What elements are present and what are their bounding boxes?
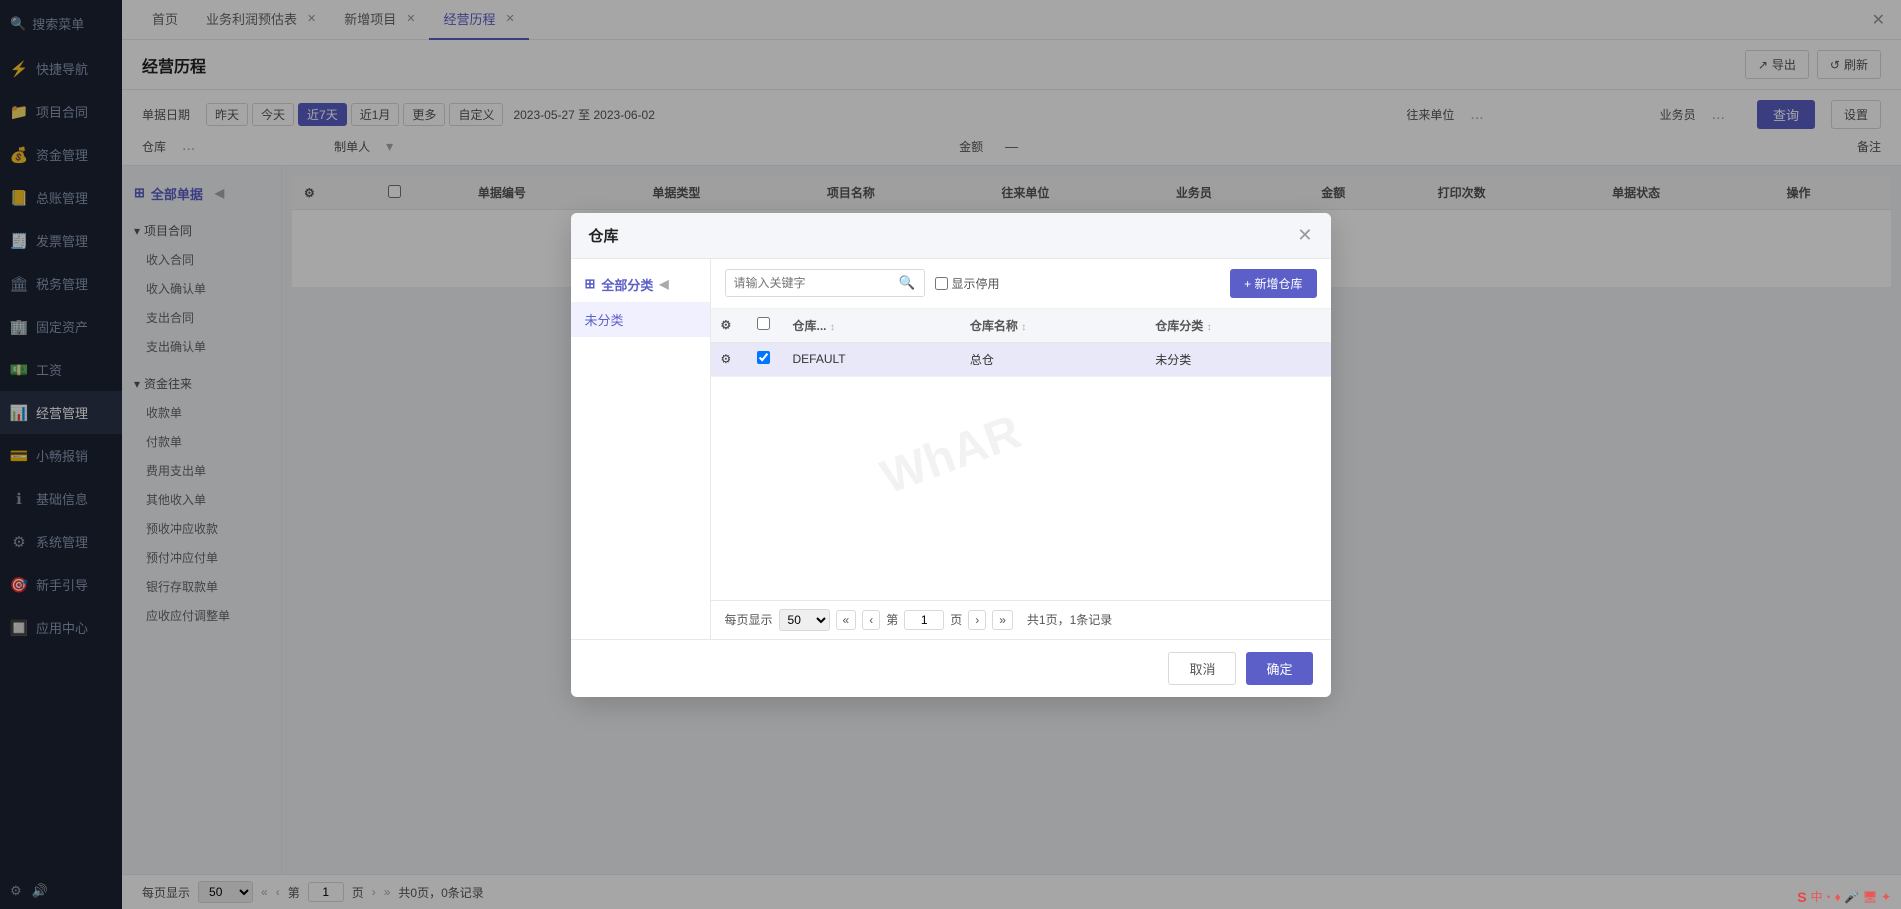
row-check (747, 342, 783, 376)
modal-first-page-btn[interactable]: « (836, 610, 857, 630)
modal-title: 仓库 (589, 225, 619, 246)
modal-prev-page-btn[interactable]: ‹ (862, 610, 880, 630)
show-disabled-checkbox[interactable] (935, 277, 948, 290)
modal-all-categories[interactable]: ⊞ 全部分类 ◀ (571, 267, 710, 302)
warehouse-row-1[interactable]: ⚙ DEFAULT 总仓 未分类 (711, 342, 1331, 376)
bottom-right-logo: S 中・♦ 🎤 🖥 ✦ (1797, 888, 1891, 905)
modal-overlay[interactable]: WhAR 仓库 ✕ ⊞ 全部分类 ◀ 未分类 (0, 0, 1901, 909)
modal-page-input[interactable] (904, 610, 944, 630)
sort-name-icon: ↕ (1021, 322, 1026, 333)
modal-header: 仓库 ✕ (571, 213, 1331, 259)
modal-col-code: 仓库... ↕ (783, 309, 960, 343)
logo-text: 中・♦ 🎤 🖥 ✦ (1811, 888, 1891, 905)
modal-right-panel: 🔍 显示停用 + 新增仓库 ⚙ (711, 259, 1331, 639)
sort-code-icon: ↕ (830, 322, 835, 333)
row-category: 未分类 (1145, 342, 1330, 376)
modal-collapse-btn[interactable]: ◀ (659, 277, 668, 291)
modal-cancel-button[interactable]: 取消 (1168, 652, 1236, 685)
modal-page-label: 页 (950, 611, 962, 628)
modal-col-name: 仓库名称 ↕ (960, 309, 1145, 343)
modal-close-button[interactable]: ✕ (1297, 225, 1312, 246)
modal-last-page-btn[interactable]: » (992, 610, 1013, 630)
modal-confirm-button[interactable]: 确定 (1246, 652, 1312, 685)
row-code: DEFAULT (783, 342, 960, 376)
modal-actions: 取消 确定 (571, 639, 1331, 697)
row-gear: ⚙ (711, 342, 747, 376)
modal-body: ⊞ 全部分类 ◀ 未分类 🔍 显示停用 (571, 259, 1331, 639)
modal-warehouse-table: ⚙ 仓库... ↕ 仓库名称 ↕ (711, 309, 1331, 377)
modal-select-all[interactable] (757, 317, 770, 330)
modal-search-button[interactable]: 🔍 (891, 270, 924, 296)
modal-toolbar: 🔍 显示停用 + 新增仓库 (711, 259, 1331, 309)
modal-left-panel: ⊞ 全部分类 ◀ 未分类 (571, 259, 711, 639)
show-disabled-label[interactable]: 显示停用 (935, 275, 1000, 292)
modal-col-category: 仓库分类 ↕ (1145, 309, 1330, 343)
modal-page-size-select[interactable]: 50 100 (779, 609, 830, 631)
modal-next-page-btn[interactable]: › (968, 610, 986, 630)
row-name: 总仓 (960, 342, 1145, 376)
modal-col-check (747, 309, 783, 343)
logo-s-icon: S (1797, 889, 1806, 905)
modal-cat-unclassified[interactable]: 未分类 (571, 302, 710, 337)
grid-cat-icon: ⊞ (585, 276, 596, 292)
modal-col-gear: ⚙ (711, 309, 747, 343)
modal-search-box: 🔍 (725, 269, 925, 297)
modal-page-label-pre: 第 (886, 611, 898, 628)
modal-total-label: 共1页，1条记录 (1027, 611, 1112, 628)
modal-search-input[interactable] (726, 271, 891, 295)
add-warehouse-button[interactable]: + 新增仓库 (1230, 269, 1316, 298)
sort-cat-icon: ↕ (1207, 322, 1212, 333)
row-checkbox-1[interactable] (757, 351, 770, 364)
modal-pagination: 每页显示 50 100 « ‹ 第 页 › » 共1页，1条记录 (711, 600, 1331, 639)
warehouse-modal: WhAR 仓库 ✕ ⊞ 全部分类 ◀ 未分类 (571, 213, 1331, 697)
modal-page-size-label: 每页显示 (725, 611, 773, 628)
modal-table-wrap: ⚙ 仓库... ↕ 仓库名称 ↕ (711, 309, 1331, 600)
